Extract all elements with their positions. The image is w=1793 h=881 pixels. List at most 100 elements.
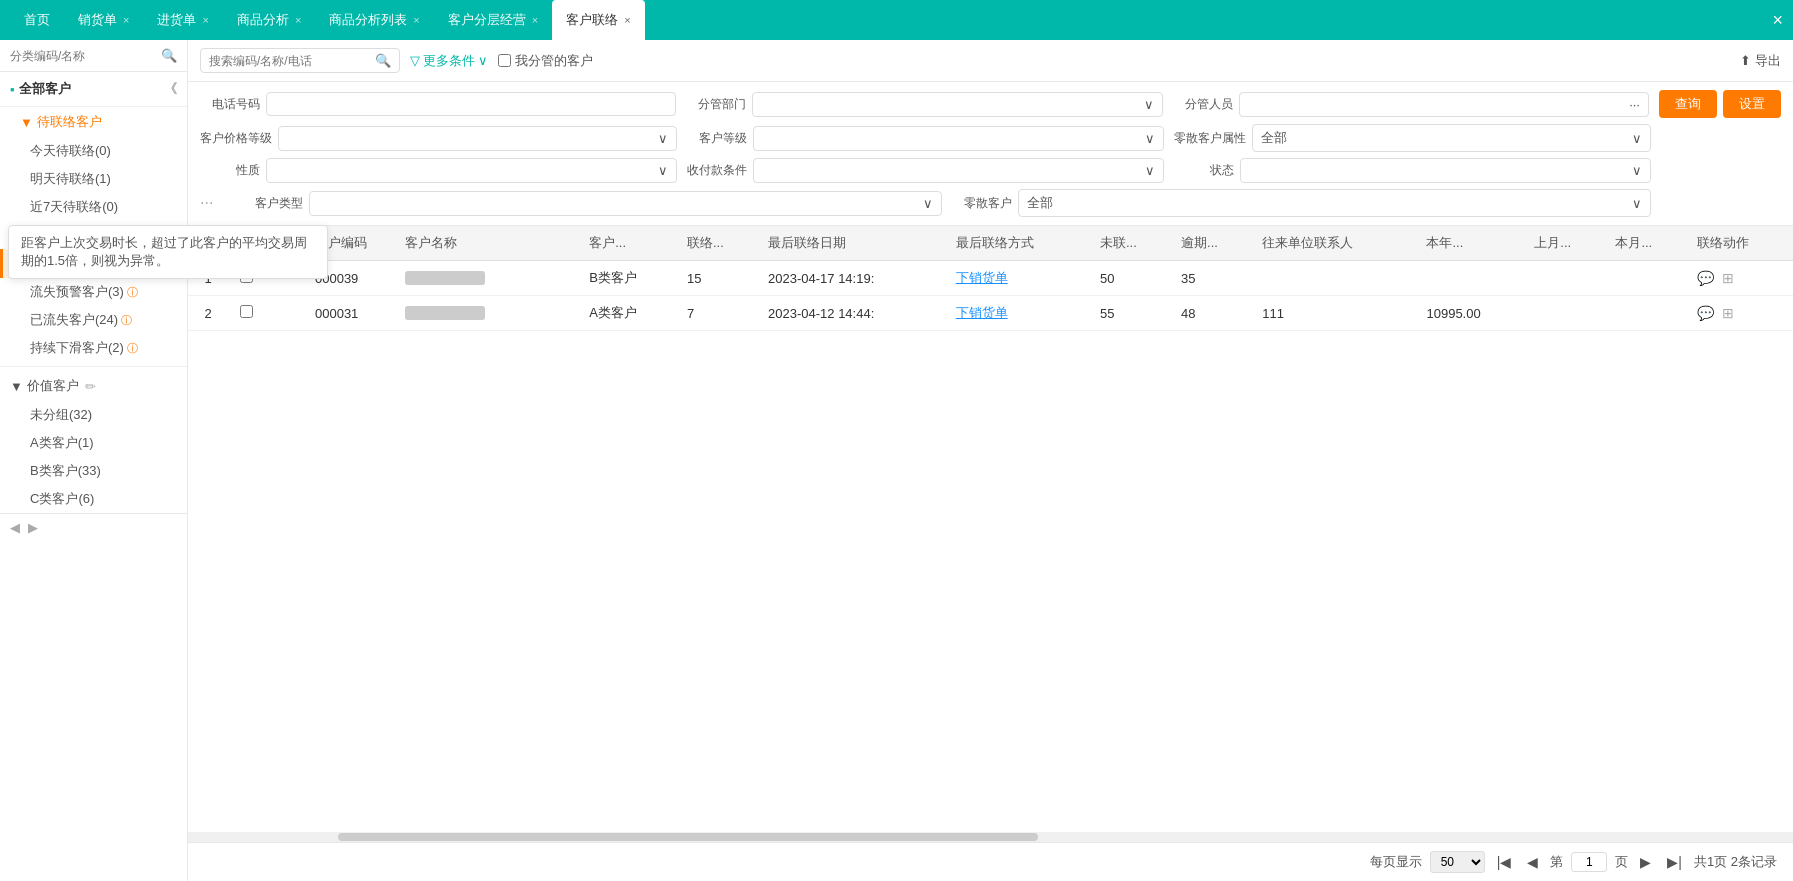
settings-button[interactable]: 设置: [1723, 90, 1781, 118]
search-input[interactable]: [209, 54, 375, 68]
sidebar-item-tomorrow[interactable]: 明天待联络(1): [0, 165, 187, 193]
retail-attr-field: 零散客户属性 全部 ∨: [1174, 124, 1651, 152]
data-table: ⚙ 客户编码 客户名称 客户... 联络...: [188, 226, 1793, 331]
customer-level-select[interactable]: ∨: [753, 126, 1164, 151]
sidebar-item-7days[interactable]: 近7天待联络(0): [0, 193, 187, 221]
close-icon[interactable]: ×: [624, 14, 630, 26]
content-area: 🔍 ▽ 更多条件 ∨ 我分管的客户 ⬆ 导出 电话号码: [188, 40, 1793, 881]
sidebar-item-declining[interactable]: 持续下滑客户(2) ⓘ: [0, 334, 187, 362]
table-row: 2 000031 A类客户 7 2023-04-12 14:44:: [188, 296, 1793, 331]
filter-row-3: 性质 ∨ 收付款条件 ∨ 状态: [200, 158, 1781, 183]
row1-last-contact-date: 2023-04-17 14:19:: [760, 261, 948, 296]
row1-unread: 50: [1092, 261, 1173, 296]
close-icon[interactable]: ×: [295, 14, 301, 26]
price-level-select[interactable]: ∨: [278, 126, 677, 151]
gender-select[interactable]: ∨: [266, 158, 677, 183]
sidebar-item-churn-warning[interactable]: 流失预警客户(3) ⓘ: [0, 278, 187, 306]
customer-level-field: 客户等级 ∨: [687, 126, 1164, 151]
page-input[interactable]: [1571, 852, 1607, 872]
my-customers-check[interactable]: [498, 54, 511, 67]
status-field: 状态 ∨: [1174, 158, 1651, 183]
payment-select[interactable]: ∨: [753, 158, 1164, 183]
close-icon[interactable]: ×: [532, 14, 538, 26]
nav-product-analysis[interactable]: 商品分析 ×: [223, 0, 315, 40]
query-button[interactable]: 查询: [1659, 90, 1717, 118]
close-all-button[interactable]: ×: [1772, 10, 1783, 31]
close-icon[interactable]: ×: [123, 14, 129, 26]
nav-customer-contact[interactable]: 客户联络 ×: [552, 0, 644, 40]
sidebar-group-pending[interactable]: ▼ 待联络客户: [0, 107, 187, 137]
nav-product-analysis-list[interactable]: 商品分析列表 ×: [315, 0, 433, 40]
col-header-last-contact-date: 最后联络日期: [760, 226, 948, 261]
action-icons: 💬 ⊞: [1697, 305, 1786, 321]
nav-customer-layered[interactable]: 客户分层经营 ×: [434, 0, 552, 40]
nav-sales-order[interactable]: 销货单 ×: [64, 0, 143, 40]
retail-attr-select[interactable]: 全部 ∨: [1252, 124, 1651, 152]
sidebar-item-churned[interactable]: 已流失客户(24) ⓘ: [0, 306, 187, 334]
row1-last-contact-method[interactable]: 下销货单: [948, 261, 1092, 296]
sidebar-item-class-b[interactable]: B类客户(33): [0, 457, 187, 485]
filter-row-4: ··· 客户类型 ∨ 零散客户 全部 ∨: [200, 189, 1781, 217]
advanced-filter: 电话号码 分管部门 ∨ 分管人员 ···: [188, 82, 1793, 226]
sidebar-group-value[interactable]: ▼ 价值客户 ✏: [0, 371, 187, 401]
sidebar-left-arrow[interactable]: ◀: [10, 520, 20, 535]
row2-category: A类客户: [581, 296, 679, 331]
my-customers-checkbox[interactable]: 我分管的客户: [498, 52, 593, 70]
gender-field: 性质 ∨: [200, 158, 677, 183]
row1-contact-count: 15: [679, 261, 760, 296]
link-icon[interactable]: ⊞: [1722, 270, 1734, 286]
page-size-select[interactable]: 50 100 200: [1430, 851, 1485, 873]
next-page-button[interactable]: ▶: [1636, 852, 1655, 872]
collapse-icon[interactable]: 《: [164, 80, 177, 98]
col-header-category: 客户...: [581, 226, 679, 261]
action-icons: 💬 ⊞: [1697, 270, 1786, 286]
chevron-down-icon: ∨: [658, 163, 668, 178]
sidebar-item-class-a[interactable]: A类客户(1): [0, 429, 187, 457]
last-page-button[interactable]: ▶|: [1663, 852, 1686, 872]
filter-row-2: 客户价格等级 ∨ 客户等级 ∨ 零散客户属性 全部: [200, 124, 1781, 152]
tooltip-box: 距客户上次交易时长，超过了此客户的平均交易周期的1.5倍，则视为异常。: [188, 225, 328, 279]
close-icon[interactable]: ×: [413, 14, 419, 26]
close-icon[interactable]: ×: [202, 14, 208, 26]
link-icon[interactable]: ⊞: [1722, 305, 1734, 321]
chevron-down-icon: ∨: [658, 131, 668, 146]
nav-home[interactable]: 首页: [10, 0, 64, 40]
customer-name-blurred: [405, 271, 485, 285]
sidebar-item-today[interactable]: 今天待联络(0): [0, 137, 187, 165]
status-select[interactable]: ∨: [1240, 158, 1651, 183]
sidebar-search-input[interactable]: [10, 49, 161, 63]
dept-select[interactable]: ∨: [752, 92, 1162, 117]
nav-purchase-order[interactable]: 进货单 ×: [143, 0, 222, 40]
sidebar-search-wrap: 🔍: [0, 40, 187, 72]
chevron-down-icon: ∨: [1632, 131, 1642, 146]
row2-last-contact-method[interactable]: 下销货单: [948, 296, 1092, 331]
row1-unit-contacts: [1254, 261, 1418, 296]
row2-index: 2: [188, 296, 228, 331]
scroll-thumb[interactable]: [338, 833, 1038, 841]
row-checkbox[interactable]: [240, 305, 253, 318]
sidebar-item-class-c[interactable]: C类客户(6): [0, 485, 187, 513]
retail-customer-select[interactable]: 全部 ∨: [1018, 189, 1651, 217]
col-header-unread: 未联...: [1092, 226, 1173, 261]
row2-checkbox[interactable]: [228, 296, 264, 331]
filter-bar: 🔍 ▽ 更多条件 ∨ 我分管的客户 ⬆ 导出: [188, 40, 1793, 82]
main-layout: 🔍 ▪ 全部客户 《 ▼ 待联络客户 今天待联络(0) 明天待联络(1) 近7天…: [0, 40, 1793, 881]
phone-input[interactable]: [266, 92, 676, 116]
search-icon[interactable]: 🔍: [375, 53, 391, 68]
horizontal-scrollbar[interactable]: [188, 832, 1793, 842]
first-page-button[interactable]: |◀: [1493, 852, 1516, 872]
chat-icon[interactable]: 💬: [1697, 270, 1714, 286]
prev-page-button[interactable]: ◀: [1523, 852, 1542, 872]
sidebar-right-arrow[interactable]: ▶: [28, 520, 38, 535]
row2-code: 000031: [307, 296, 397, 331]
arrow-icon: ▼: [20, 115, 33, 130]
sidebar-item-unclassified[interactable]: 未分组(32): [0, 401, 187, 429]
row1-this-year: [1418, 261, 1526, 296]
export-button[interactable]: ⬆ 导出: [1740, 52, 1781, 70]
more-conditions-button[interactable]: ▽ 更多条件 ∨: [410, 52, 488, 70]
manager-select[interactable]: ···: [1239, 92, 1649, 117]
customer-type-select[interactable]: ∨: [309, 191, 942, 216]
search-icon[interactable]: 🔍: [161, 48, 177, 63]
more-dots[interactable]: ···: [200, 194, 213, 212]
chat-icon[interactable]: 💬: [1697, 305, 1714, 321]
